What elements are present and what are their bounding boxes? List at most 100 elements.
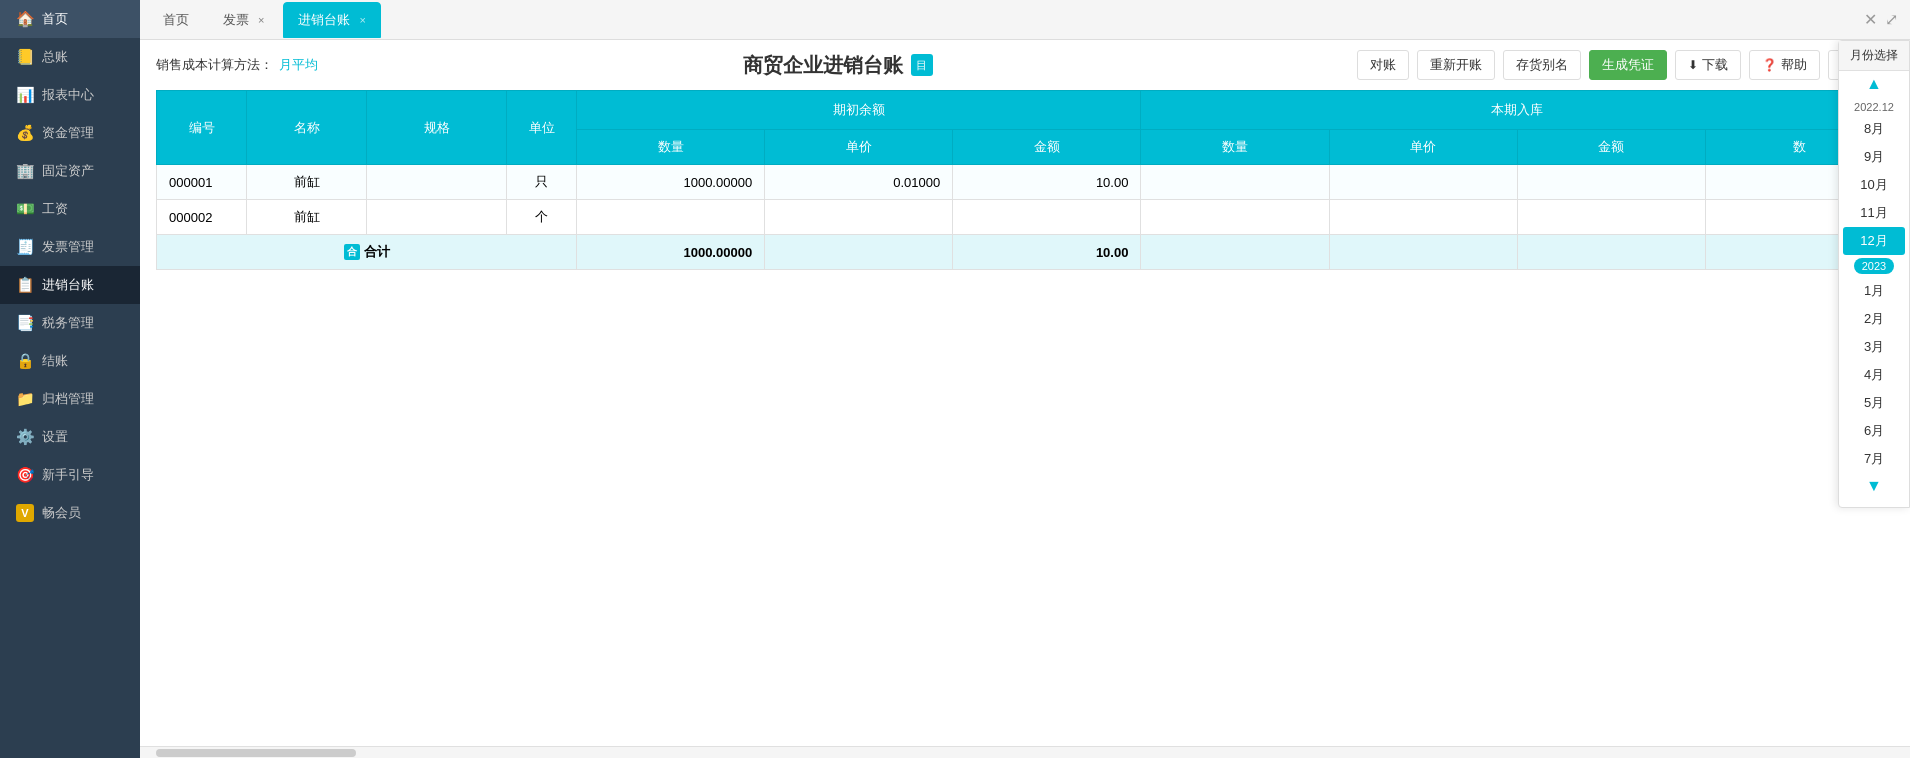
tab-invoice[interactable]: 发票 × [208,2,279,38]
in-amount-header: 金额 [1517,130,1705,165]
sidebar-item-guide[interactable]: 🎯 新手引导 [0,456,140,494]
table-container: 编号 名称 规格 单位 期初余额 本期入库 数量 单价 金额 数量 单价 金额 [140,90,1910,746]
close-button[interactable]: ✕ [1864,10,1877,29]
sidebar-item-label: 结账 [42,352,68,370]
cost-method-section: 销售成本计算方法： 月平均 [156,56,318,74]
row2-opening-amount [953,200,1141,235]
page-title: 商贸企业进销台账 [743,52,903,79]
total-label-cell: 合 合计 [157,235,577,270]
total-opening-price [765,235,953,270]
month-3-2023[interactable]: 3月 [1839,333,1909,361]
month-6-2023[interactable]: 6月 [1839,417,1909,445]
archive-icon: 📁 [16,390,34,408]
month-7-2023[interactable]: 7月 [1839,445,1909,473]
month-10-2022[interactable]: 10月 [1839,171,1909,199]
sidebar-item-ledger[interactable]: 📒 总账 [0,38,140,76]
tab-invoice-close[interactable]: × [258,14,264,26]
tax-icon: 📑 [16,314,34,332]
month-picker-panel: 月份选择 ▲ 2022.12 8月 9月 10月 11月 12月 2023 1月… [1838,40,1910,508]
opening-amount-header: 金额 [953,130,1141,165]
sidebar-item-salary[interactable]: 💵 工资 [0,190,140,228]
month-9-2022[interactable]: 9月 [1839,143,1909,171]
help-button[interactable]: ❓ 帮助 [1749,50,1820,80]
sidebar-item-settings[interactable]: ⚙️ 设置 [0,418,140,456]
total-label-text: 合计 [364,243,390,261]
month-nav-up[interactable]: ▲ [1839,71,1909,97]
sidebar: 🏠 首页 📒 总账 📊 报表中心 💰 资金管理 🏢 固定资产 💵 工资 🧾 发票… [0,0,140,758]
download-label: 下载 [1702,56,1728,74]
reconcile-button[interactable]: 对账 [1357,50,1409,80]
row1-opening-qty: 1000.00000 [577,165,765,200]
sidebar-item-assets[interactable]: 🏢 固定资产 [0,152,140,190]
sidebar-item-invoice-mgmt[interactable]: 🧾 发票管理 [0,228,140,266]
sidebar-item-home[interactable]: 🏠 首页 [0,0,140,38]
title-icon: 目 [911,54,933,76]
opening-qty-header: 数量 [577,130,765,165]
month-5-2023[interactable]: 5月 [1839,389,1909,417]
ledger-icon: 📒 [16,48,34,66]
sidebar-item-tax[interactable]: 📑 税务管理 [0,304,140,342]
month-11-2022[interactable]: 11月 [1839,199,1909,227]
horizontal-scrollbar[interactable] [140,746,1910,758]
download-button[interactable]: ⬇ 下载 [1675,50,1741,80]
maximize-button[interactable]: ⤢ [1885,10,1898,29]
tab-purchase-sales-close[interactable]: × [359,14,365,26]
year-2022-label: 2022.12 [1839,97,1909,115]
save-alias-button[interactable]: 存货别名 [1503,50,1581,80]
col-name-header: 名称 [247,91,367,165]
funds-icon: 💰 [16,124,34,142]
month-4-2023[interactable]: 4月 [1839,361,1909,389]
month-picker-title: 月份选择 [1839,41,1909,71]
sidebar-item-label: 归档管理 [42,390,94,408]
sidebar-item-label: 首页 [42,10,68,28]
row1-unit: 只 [507,165,577,200]
tab-invoice-label: 发票 [223,11,249,29]
month-8-2022[interactable]: 8月 [1839,115,1909,143]
sidebar-item-member[interactable]: V 畅会员 [0,494,140,532]
row2-unit: 个 [507,200,577,235]
row1-opening-price: 0.01000 [765,165,953,200]
cost-method-label: 销售成本计算方法： [156,56,273,74]
sidebar-item-label: 畅会员 [42,504,81,522]
total-row: 合 合计 1000.00000 10.00 [157,235,1894,270]
closing-icon: 🔒 [16,352,34,370]
row2-spec [367,200,507,235]
tab-purchase-sales[interactable]: 进销台账 × [283,2,380,38]
month-1-2023[interactable]: 1月 [1839,277,1909,305]
row1-spec [367,165,507,200]
help-icon: ❓ [1762,58,1777,72]
row2-opening-price [765,200,953,235]
reopen-label: 重新开账 [1430,56,1482,74]
month-12-2022[interactable]: 12月 [1843,227,1905,255]
sidebar-item-label: 工资 [42,200,68,218]
sidebar-item-closing[interactable]: 🔒 结账 [0,342,140,380]
sidebar-item-label: 发票管理 [42,238,94,256]
scroll-thumb [156,749,356,757]
sidebar-item-funds[interactable]: 💰 资金管理 [0,114,140,152]
main-area: 首页 发票 × 进销台账 × ✕ ⤢ 销售成本计算方法： 月平均 商贸企业进销台… [140,0,1910,758]
main-table: 编号 名称 规格 单位 期初余额 本期入库 数量 单价 金额 数量 单价 金额 [156,90,1894,270]
tab-home[interactable]: 首页 [148,2,204,38]
purchase-sales-icon: 📋 [16,276,34,294]
window-controls: ✕ ⤢ [1852,0,1910,39]
page-title-section: 商贸企业进销台账 目 [326,52,1349,79]
row1-in-price [1329,165,1517,200]
tab-purchase-sales-label: 进销台账 [298,11,350,29]
table-row: 000001 前缸 只 1000.00000 0.01000 10.00 [157,165,1894,200]
sidebar-item-purchase-sales[interactable]: 📋 进销台账 [0,266,140,304]
sidebar-item-archive[interactable]: 📁 归档管理 [0,380,140,418]
month-2-2023[interactable]: 2月 [1839,305,1909,333]
sidebar-item-reports[interactable]: 📊 报表中心 [0,76,140,114]
month-nav-down[interactable]: ▼ [1839,473,1909,499]
row2-id: 000002 [157,200,247,235]
total-icon: 合 [344,244,360,260]
reconcile-label: 对账 [1370,56,1396,74]
content-area: 销售成本计算方法： 月平均 商贸企业进销台账 目 对账 重新开账 存货别名 生成… [140,40,1910,758]
row1-in-amount [1517,165,1705,200]
generate-button[interactable]: 生成凭证 [1589,50,1667,80]
col-number-header: 编号 [157,91,247,165]
reopen-button[interactable]: 重新开账 [1417,50,1495,80]
sidebar-item-label: 报表中心 [42,86,94,104]
row2-name: 前缸 [247,200,367,235]
settings-icon: ⚙️ [16,428,34,446]
